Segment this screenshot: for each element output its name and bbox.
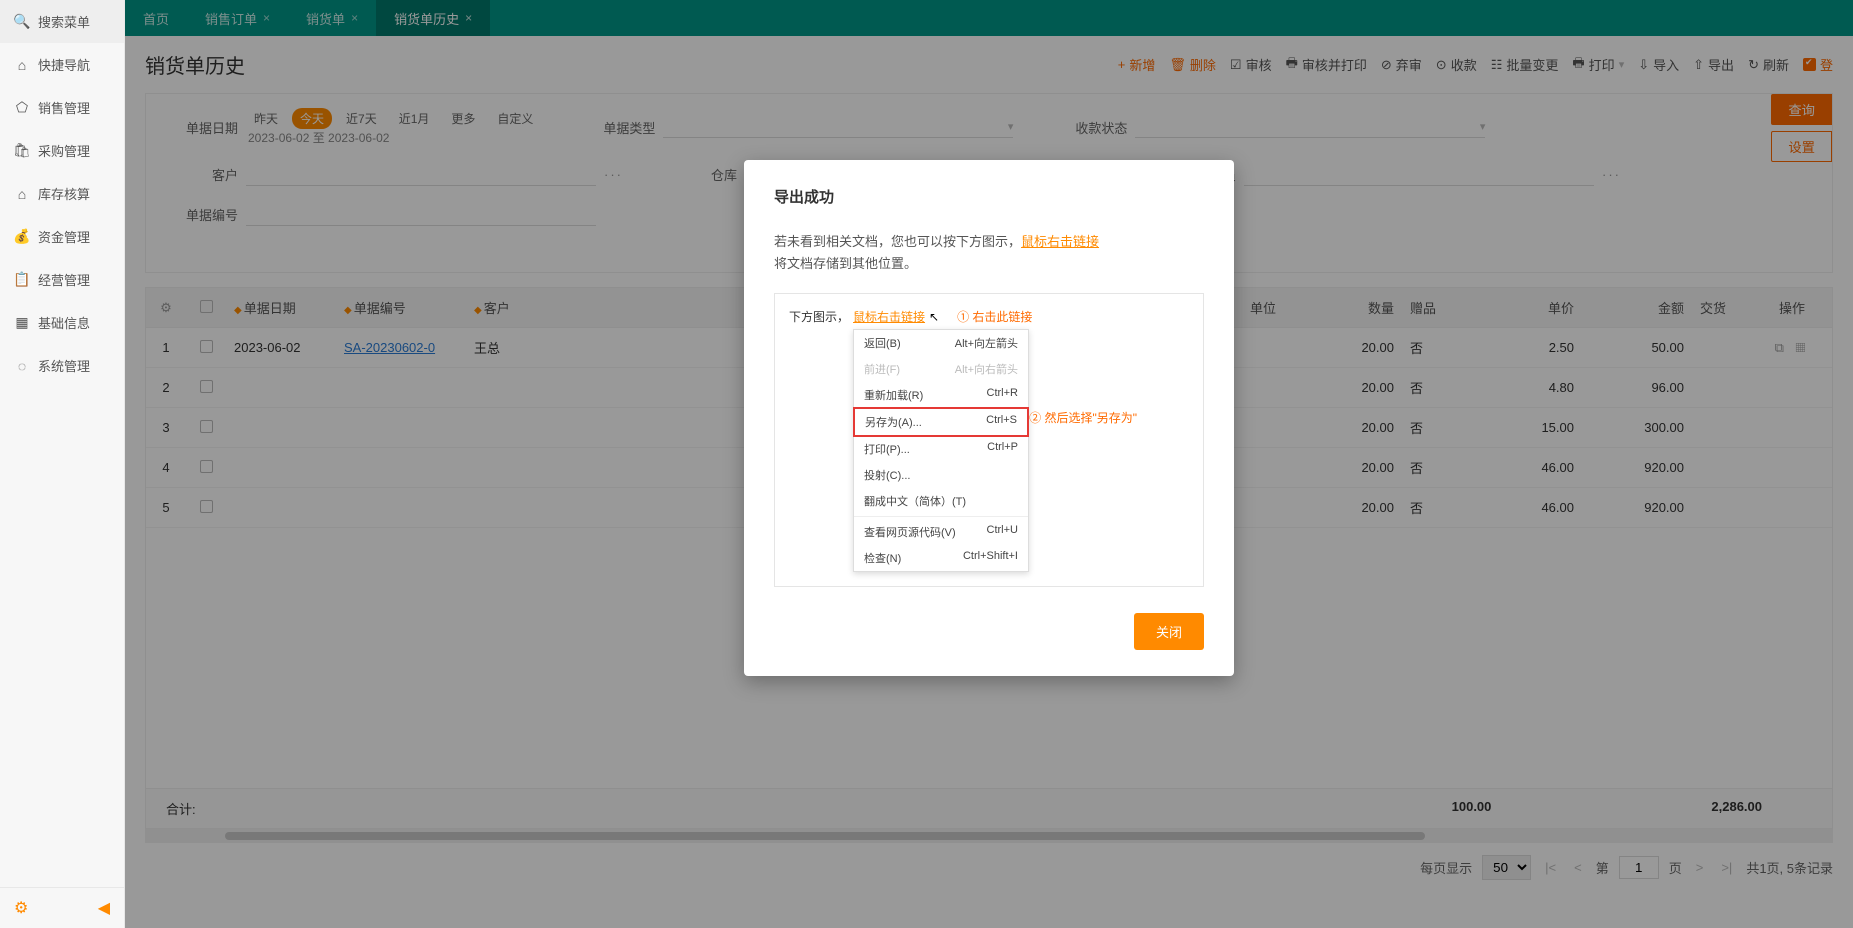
sidebar-label: 库存核算	[38, 184, 90, 203]
context-menu-illustration: 返回(B)Alt+向左箭头前进(F)Alt+向右箭头重新加载(R)Ctrl+R另…	[853, 329, 1029, 572]
gear-icon: ◌	[14, 358, 30, 374]
collapse-icon[interactable]: ◀	[98, 898, 110, 918]
home-icon: ⌂	[14, 57, 30, 73]
sidebar-label: 基础信息	[38, 313, 90, 332]
sidebar-purchase[interactable]: 🛍 采购管理	[0, 129, 124, 172]
modal-overlay[interactable]: 导出成功 若未看到相关文档，您也可以按下方图示，鼠标右击链接 将文档存储到其他位…	[125, 0, 1853, 928]
context-menu-item: 重新加载(R)Ctrl+R	[854, 382, 1028, 408]
sidebar-system[interactable]: ◌ 系统管理	[0, 344, 124, 387]
search-icon: 🔍	[14, 14, 30, 30]
modal-text: 若未看到相关文档，您也可以按下方图示，鼠标右击链接 将文档存储到其他位置。	[774, 231, 1204, 275]
context-menu-item: 打印(P)...Ctrl+P	[854, 436, 1028, 462]
tag-icon: ⬠	[14, 100, 30, 116]
sidebar: 🔍 搜索菜单 ⌂ 快捷导航 ⬠ 销售管理 🛍 采购管理 ⌂ 库存核算 💰 资金管理 📋 经营管…	[0, 0, 125, 928]
instruction-diagram: 下方图示， 鼠标右击链接 ↖ ① 右击此链接 返回(B)Alt+向左箭头前进(F…	[774, 293, 1204, 587]
sidebar-funds[interactable]: 💰 资金管理	[0, 215, 124, 258]
step-1-label: ① 右击此链接	[957, 308, 1032, 325]
sidebar-label: 系统管理	[38, 356, 90, 375]
sidebar-label: 快捷导航	[38, 55, 90, 74]
sidebar-label: 搜索菜单	[38, 12, 90, 31]
context-menu-item: 返回(B)Alt+向左箭头	[854, 330, 1028, 356]
sidebar-quicknav[interactable]: ⌂ 快捷导航	[0, 43, 124, 86]
sidebar-label: 采购管理	[38, 141, 90, 160]
money-icon: 💰	[14, 229, 30, 245]
context-menu-item: 检查(N)Ctrl+Shift+I	[854, 545, 1028, 571]
context-menu-item: 前进(F)Alt+向右箭头	[854, 356, 1028, 382]
sidebar-business[interactable]: 📋 经营管理	[0, 258, 124, 301]
context-menu-item: 查看网页源代码(V)Ctrl+U	[854, 519, 1028, 545]
house-icon: ⌂	[14, 186, 30, 202]
sidebar-search[interactable]: 🔍 搜索菜单	[0, 0, 124, 43]
right-click-link[interactable]: 鼠标右击链接	[1021, 234, 1099, 249]
grid-icon: ▦	[14, 315, 30, 331]
modal-title: 导出成功	[774, 186, 1204, 207]
context-menu-item: 翻成中文（简体）(T)	[854, 488, 1028, 514]
sidebar-label: 销售管理	[38, 98, 90, 117]
sidebar-label: 经营管理	[38, 270, 90, 289]
sidebar-sales[interactable]: ⬠ 销售管理	[0, 86, 124, 129]
context-menu-item: 另存为(A)...Ctrl+S② 然后选择"另存为"	[853, 407, 1029, 437]
context-menu-item: 投射(C)...	[854, 462, 1028, 488]
export-success-modal: 导出成功 若未看到相关文档，您也可以按下方图示，鼠标右击链接 将文档存储到其他位…	[744, 160, 1234, 676]
bag-icon: 🛍	[14, 143, 30, 159]
settings-icon[interactable]: ⚙	[14, 898, 28, 918]
sidebar-base[interactable]: ▦ 基础信息	[0, 301, 124, 344]
close-button[interactable]: 关闭	[1134, 613, 1204, 650]
clipboard-icon: 📋	[14, 272, 30, 288]
sidebar-inventory[interactable]: ⌂ 库存核算	[0, 172, 124, 215]
cursor-icon: ↖	[929, 310, 939, 324]
sidebar-label: 资金管理	[38, 227, 90, 246]
step-2-label: ② 然后选择"另存为"	[1029, 409, 1137, 426]
diagram-link: 鼠标右击链接	[853, 308, 925, 325]
sidebar-footer: ⚙ ◀	[0, 887, 124, 928]
